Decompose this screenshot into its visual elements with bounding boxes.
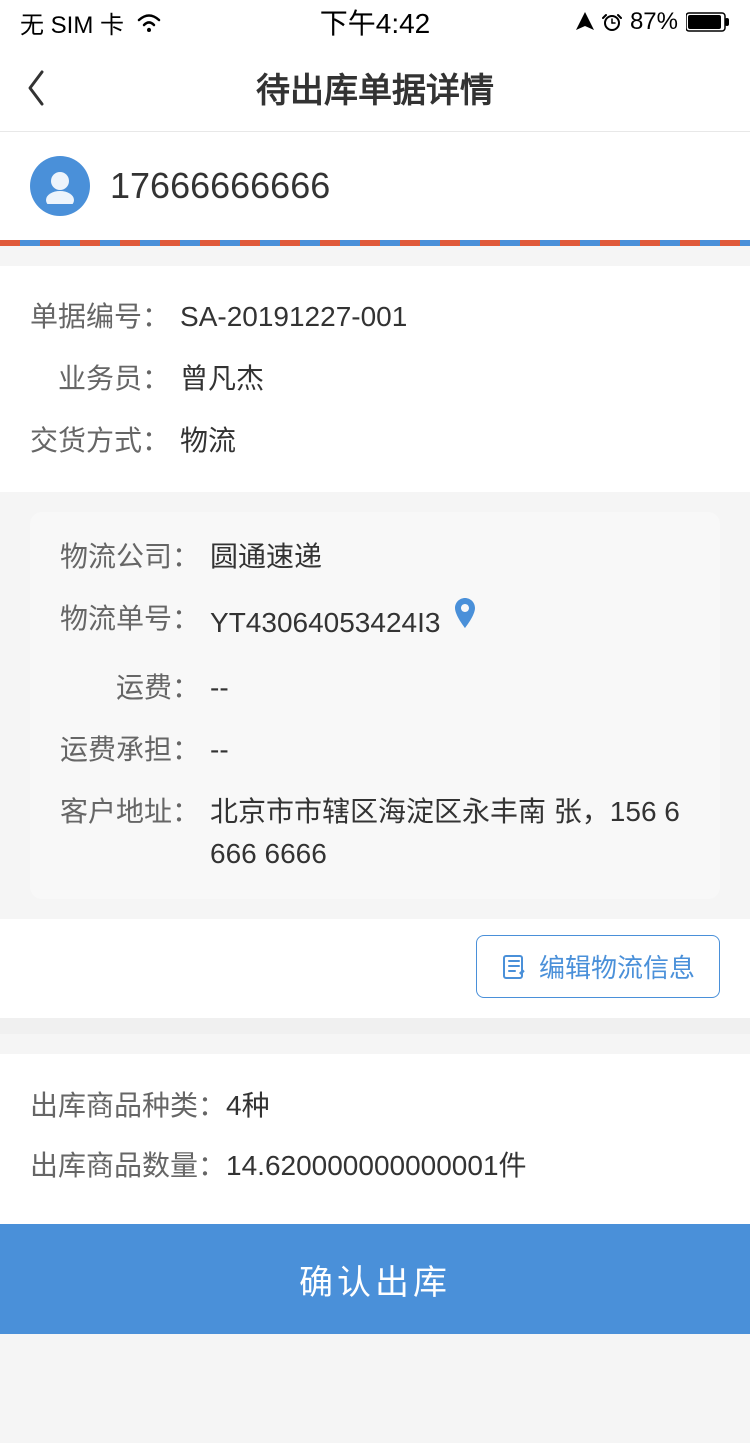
freight-label: 运费： bbox=[60, 667, 200, 709]
address-value: 北京市市辖区海淀区永丰南 张，156 6666 6666 bbox=[210, 791, 690, 875]
document-number-row: 单据编号： SA-20191227-001 bbox=[30, 296, 720, 338]
edit-logistics-button[interactable]: 编辑物流信息 bbox=[476, 935, 720, 998]
delivery-method-value: 物流 bbox=[180, 420, 720, 462]
page-title: 待出库单据详情 bbox=[256, 63, 494, 112]
goods-type-row: 出库商品种类： 4种 bbox=[30, 1084, 720, 1124]
edit-logistics-label: 编辑物流信息 bbox=[539, 948, 695, 985]
location-status-icon bbox=[576, 12, 594, 32]
delivery-method-row: 交货方式： 物流 bbox=[30, 420, 720, 462]
customer-header: 17666666666 bbox=[0, 132, 750, 240]
nav-bar: 待出库单据详情 bbox=[0, 44, 750, 132]
battery-icon bbox=[686, 11, 730, 33]
goods-quantity-label: 出库商品数量： bbox=[30, 1144, 226, 1184]
freight-bearer-label: 运费承担： bbox=[60, 729, 200, 771]
status-bar-time: 下午4:42 bbox=[320, 2, 431, 42]
logistics-box: 物流公司： 圆通速递 物流单号： YT43064053424I3 运费： -- … bbox=[30, 512, 720, 899]
goods-quantity-value: 14.620000000000001件 bbox=[226, 1144, 720, 1184]
back-button[interactable] bbox=[24, 68, 48, 108]
address-label: 客户地址： bbox=[60, 791, 200, 833]
status-bar: 无 SIM 卡 下午4:42 87% bbox=[0, 0, 750, 44]
goods-type-value: 4种 bbox=[226, 1084, 720, 1124]
section-divider-1 bbox=[0, 1018, 750, 1034]
goods-section: 出库商品种类： 4种 出库商品数量： 14.620000000000001件 bbox=[0, 1054, 750, 1214]
sales-person-value: 曾凡杰 bbox=[180, 358, 720, 400]
logistics-company-value: 圆通速递 bbox=[210, 536, 690, 578]
freight-bearer-value: -- bbox=[210, 729, 690, 771]
avatar-icon bbox=[42, 168, 78, 204]
edit-icon bbox=[501, 953, 529, 981]
tracking-location-icon[interactable] bbox=[450, 598, 480, 647]
customer-avatar bbox=[30, 156, 90, 216]
goods-quantity-row: 出库商品数量： 14.620000000000001件 bbox=[30, 1144, 720, 1184]
document-number-value: SA-20191227-001 bbox=[180, 296, 720, 338]
goods-type-label: 出库商品种类： bbox=[30, 1084, 226, 1124]
freight-row: 运费： -- bbox=[60, 667, 690, 709]
freight-value: -- bbox=[210, 667, 690, 709]
freight-bearer-row: 运费承担： -- bbox=[60, 729, 690, 771]
document-number-label: 单据编号： bbox=[30, 296, 170, 338]
edit-logistics-button-row: 编辑物流信息 bbox=[0, 919, 750, 1018]
wifi-icon bbox=[134, 11, 164, 33]
confirm-button-label: 确认出库 bbox=[299, 1255, 451, 1304]
customer-phone: 17666666666 bbox=[110, 165, 330, 207]
delivery-method-label: 交货方式： bbox=[30, 420, 170, 462]
address-row: 客户地址： 北京市市辖区海淀区永丰南 张，156 6666 6666 bbox=[60, 791, 690, 875]
confirm-button-area[interactable]: 确认出库 bbox=[0, 1224, 750, 1334]
order-info-section: 单据编号： SA-20191227-001 业务员： 曾凡杰 交货方式： 物流 bbox=[0, 266, 750, 492]
status-bar-right: 87% bbox=[576, 8, 730, 36]
battery-label: 87% bbox=[630, 8, 678, 36]
alarm-icon bbox=[602, 12, 622, 32]
dashed-divider bbox=[0, 240, 750, 246]
status-bar-left: 无 SIM 卡 bbox=[20, 5, 164, 40]
carrier-label: 无 SIM 卡 bbox=[20, 5, 124, 40]
tracking-number-label: 物流单号： bbox=[60, 598, 200, 640]
logistics-company-row: 物流公司： 圆通速递 bbox=[60, 536, 690, 578]
sales-person-row: 业务员： 曾凡杰 bbox=[30, 358, 720, 400]
tracking-number-row: 物流单号： YT43064053424I3 bbox=[60, 598, 690, 647]
logistics-company-label: 物流公司： bbox=[60, 536, 200, 578]
sales-person-label: 业务员： bbox=[30, 358, 170, 400]
tracking-number-value: YT43064053424I3 bbox=[210, 598, 690, 647]
